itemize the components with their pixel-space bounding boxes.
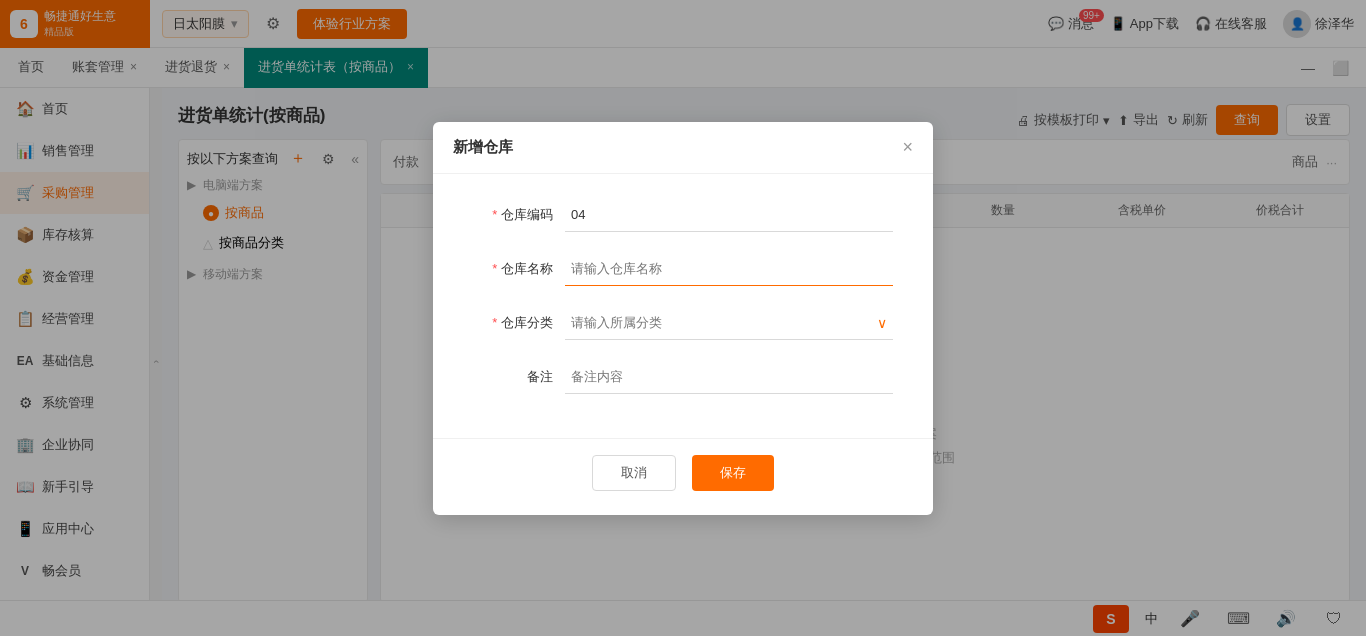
dialog-body: 仓库编码 仓库名称 仓库分类 ∨ 备注: [433, 174, 933, 438]
note-label: 备注: [473, 368, 553, 386]
category-input[interactable]: [565, 306, 893, 340]
form-row-note: 备注: [473, 360, 893, 394]
dialog-header: 新增仓库 ×: [433, 122, 933, 174]
code-input[interactable]: [565, 198, 893, 232]
dialog-footer: 取消 保存: [433, 438, 933, 515]
code-label: 仓库编码: [473, 206, 553, 224]
note-input[interactable]: [565, 360, 893, 394]
save-button[interactable]: 保存: [692, 455, 774, 491]
form-row-code: 仓库编码: [473, 198, 893, 232]
category-select-wrapper: ∨: [565, 306, 893, 340]
name-label: 仓库名称: [473, 260, 553, 278]
form-row-name: 仓库名称: [473, 252, 893, 286]
dialog-title: 新增仓库: [453, 138, 513, 157]
dialog-add-warehouse: 新增仓库 × 仓库编码 仓库名称 仓库分类 ∨: [433, 122, 933, 515]
modal-overlay: 新增仓库 × 仓库编码 仓库名称 仓库分类 ∨: [0, 0, 1366, 636]
form-row-category: 仓库分类 ∨: [473, 306, 893, 340]
cancel-button[interactable]: 取消: [592, 455, 676, 491]
category-label: 仓库分类: [473, 314, 553, 332]
name-input[interactable]: [565, 252, 893, 286]
dialog-close-btn[interactable]: ×: [902, 138, 913, 156]
